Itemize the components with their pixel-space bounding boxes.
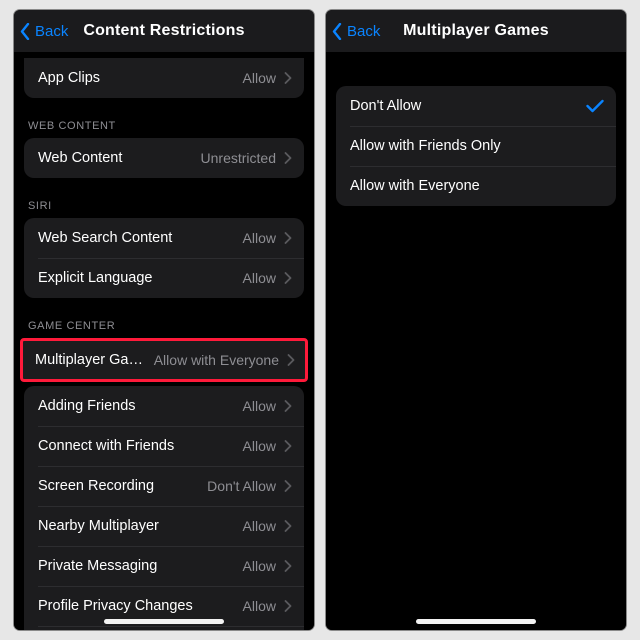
row-value: Allow: [243, 398, 276, 414]
option-allow-friends-only[interactable]: Allow with Friends Only: [336, 126, 616, 166]
phone-right: Back Multiplayer Games Don't Allow Allow…: [326, 10, 626, 630]
section-header-web-content: WEB CONTENT: [14, 98, 314, 138]
row-label: Private Messaging: [38, 558, 235, 574]
check-icon: [586, 99, 604, 113]
row-label: Screen Recording: [38, 478, 199, 494]
back-label: Back: [347, 23, 380, 40]
chevron-right-icon: [284, 520, 292, 532]
chevron-right-icon: [284, 72, 292, 84]
row-label: Nearby Multiplayer: [38, 518, 235, 534]
row-multiplayer-games[interactable]: Multiplayer Games Allow with Everyone: [23, 341, 305, 379]
row-value: Allow: [243, 70, 276, 86]
page-title: Content Restrictions: [83, 22, 244, 40]
highlighted-row-wrap: Multiplayer Games Allow with Everyone: [20, 338, 308, 382]
cell-group-options: Don't Allow Allow with Friends Only Allo…: [336, 86, 616, 206]
row-value: Don't Allow: [207, 478, 276, 494]
row-value: Allow: [243, 438, 276, 454]
cell-group-top: App Clips Allow: [24, 58, 304, 98]
row-private-messaging[interactable]: Private Messaging Allow: [24, 546, 304, 586]
row-explicit-language[interactable]: Explicit Language Allow: [24, 258, 304, 298]
back-button[interactable]: Back: [332, 10, 380, 52]
option-label: Don't Allow: [350, 98, 578, 114]
row-nearby-multiplayer[interactable]: Nearby Multiplayer Allow: [24, 506, 304, 546]
row-value: Allow: [243, 518, 276, 534]
option-dont-allow[interactable]: Don't Allow: [336, 86, 616, 126]
settings-body: App Clips Allow WEB CONTENT Web Content …: [14, 52, 314, 630]
settings-body: Don't Allow Allow with Friends Only Allo…: [326, 52, 626, 630]
phone-left: Back Content Restrictions App Clips Allo…: [14, 10, 314, 630]
row-value: Unrestricted: [201, 150, 276, 166]
page-title: Multiplayer Games: [403, 22, 549, 40]
row-adding-friends[interactable]: Adding Friends Allow: [24, 386, 304, 426]
home-indicator[interactable]: [104, 619, 224, 624]
cell-group-siri: Web Search Content Allow Explicit Langua…: [24, 218, 304, 298]
chevron-right-icon: [284, 152, 292, 164]
cell-group-game-center: Adding Friends Allow Connect with Friend…: [24, 386, 304, 630]
home-indicator[interactable]: [416, 619, 536, 624]
option-label: Allow with Everyone: [350, 178, 604, 194]
option-label: Allow with Friends Only: [350, 138, 604, 154]
back-button[interactable]: Back: [20, 10, 68, 52]
chevron-right-icon: [284, 232, 292, 244]
row-screen-recording[interactable]: Screen Recording Don't Allow: [24, 466, 304, 506]
row-value: Allow with Everyone: [154, 352, 279, 368]
row-connect-with-friends[interactable]: Connect with Friends Allow: [24, 426, 304, 466]
option-allow-everyone[interactable]: Allow with Everyone: [336, 166, 616, 206]
chevron-right-icon: [287, 354, 295, 366]
row-label: App Clips: [38, 70, 235, 86]
chevron-left-icon: [20, 23, 30, 40]
row-label: Multiplayer Games: [35, 352, 146, 368]
row-value: Allow: [243, 598, 276, 614]
chevron-right-icon: [284, 440, 292, 452]
row-label: Profile Privacy Changes: [38, 598, 235, 614]
navbar: Back Content Restrictions: [14, 10, 314, 53]
row-web-search-content[interactable]: Web Search Content Allow: [24, 218, 304, 258]
row-value: Allow: [243, 558, 276, 574]
chevron-right-icon: [284, 272, 292, 284]
section-header-game-center: GAME CENTER: [14, 298, 314, 338]
chevron-right-icon: [284, 400, 292, 412]
row-web-content[interactable]: Web Content Unrestricted: [24, 138, 304, 178]
row-label: Adding Friends: [38, 398, 235, 414]
chevron-right-icon: [284, 560, 292, 572]
section-header-siri: SIRI: [14, 178, 314, 218]
chevron-right-icon: [284, 600, 292, 612]
row-label: Web Content: [38, 150, 193, 166]
row-value: Allow: [243, 270, 276, 286]
back-label: Back: [35, 23, 68, 40]
row-value: Allow: [243, 230, 276, 246]
navbar: Back Multiplayer Games: [326, 10, 626, 53]
cell-group-web-content: Web Content Unrestricted: [24, 138, 304, 178]
chevron-right-icon: [284, 480, 292, 492]
row-avatar-nickname-changes[interactable]: Avatar & Nickname Changes Allow: [24, 626, 304, 630]
row-label: Web Search Content: [38, 230, 235, 246]
chevron-left-icon: [332, 23, 342, 40]
row-app-clips[interactable]: App Clips Allow: [24, 58, 304, 98]
row-label: Explicit Language: [38, 270, 235, 286]
row-label: Connect with Friends: [38, 438, 235, 454]
